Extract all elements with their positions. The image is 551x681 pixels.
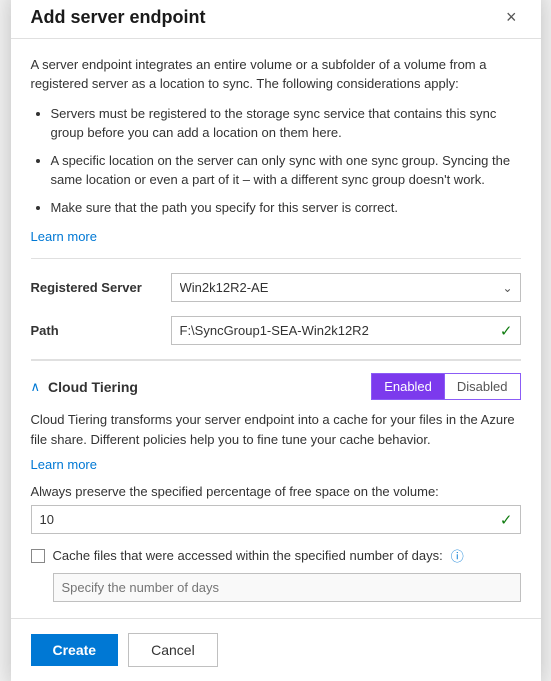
registered-server-label: Registered Server xyxy=(31,280,171,295)
cloud-tiering-title: Cloud Tiering xyxy=(48,379,138,395)
close-button[interactable]: × xyxy=(502,8,521,26)
cloud-tiering-header: ∧ Cloud Tiering Enabled Disabled xyxy=(31,373,521,400)
bullet-list: Servers must be registered to the storag… xyxy=(51,104,521,218)
bullet-item: Make sure that the path you specify for … xyxy=(51,198,521,218)
registered-server-row: Registered Server Win2k12R2-AE ⌄ xyxy=(31,273,521,302)
dialog-header: Add server endpoint × xyxy=(11,0,541,39)
dialog-title: Add server endpoint xyxy=(31,7,206,28)
chevron-up-icon[interactable]: ∧ xyxy=(31,379,41,395)
checkmark-icon: ✓ xyxy=(500,322,513,340)
path-row: Path ✓ xyxy=(31,316,521,345)
preserve-checkmark-icon: ✓ xyxy=(500,511,513,529)
registered-server-select[interactable]: Win2k12R2-AE xyxy=(171,273,521,302)
add-server-endpoint-dialog: Add server endpoint × A server endpoint … xyxy=(11,0,541,681)
cancel-button[interactable]: Cancel xyxy=(128,633,218,667)
preserve-label: Always preserve the specified percentage… xyxy=(31,484,521,499)
tiering-description: Cloud Tiering transforms your server end… xyxy=(31,410,521,449)
learn-more-link-top[interactable]: Learn more xyxy=(31,229,97,244)
dialog-body: A server endpoint integrates an entire v… xyxy=(11,39,541,619)
form-section: Registered Server Win2k12R2-AE ⌄ Path ✓ xyxy=(31,258,521,345)
learn-more-link-tiering[interactable]: Learn more xyxy=(31,457,97,472)
bullet-item: A specific location on the server can on… xyxy=(51,151,521,190)
preserve-input[interactable] xyxy=(31,505,521,534)
path-control: ✓ xyxy=(171,316,521,345)
cache-row: Cache files that were accessed within th… xyxy=(31,546,521,565)
create-button[interactable]: Create xyxy=(31,634,119,666)
cache-label: Cache files that were accessed within th… xyxy=(53,548,443,563)
cloud-tiering-left: ∧ Cloud Tiering xyxy=(31,379,138,395)
registered-server-control: Win2k12R2-AE ⌄ xyxy=(171,273,521,302)
cache-checkbox[interactable] xyxy=(31,549,45,563)
path-input[interactable] xyxy=(171,316,521,345)
toggle-group: Enabled Disabled xyxy=(371,373,520,400)
info-icon[interactable]: ⓘ xyxy=(451,546,464,565)
path-label: Path xyxy=(31,323,171,338)
preserve-input-wrap: ✓ xyxy=(31,505,521,534)
toggle-enabled-button[interactable]: Enabled xyxy=(372,374,444,399)
bullet-item: Servers must be registered to the storag… xyxy=(51,104,521,143)
days-input[interactable] xyxy=(53,573,521,602)
cloud-tiering-section: ∧ Cloud Tiering Enabled Disabled Cloud T… xyxy=(31,359,521,602)
intro-description: A server endpoint integrates an entire v… xyxy=(31,55,521,94)
toggle-disabled-button[interactable]: Disabled xyxy=(444,374,520,399)
